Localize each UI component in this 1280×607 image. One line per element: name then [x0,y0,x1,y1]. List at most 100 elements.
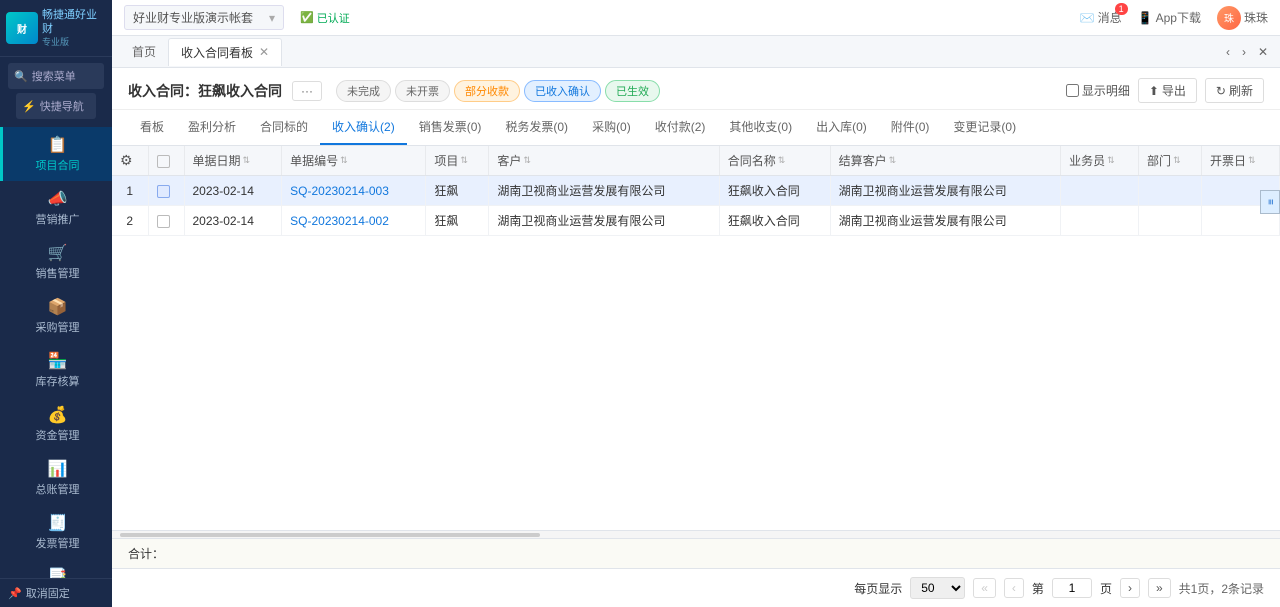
order-link-1[interactable]: SQ-20230214-003 [290,184,389,198]
tab-tax-invoice[interactable]: 税务发票(0) [493,110,580,145]
sort-order-icon: ⇅ [340,155,348,166]
status-uninvoiced[interactable]: 未开票 [395,80,450,102]
tab-sales-invoice[interactable]: 销售发票(0) [407,110,494,145]
row-2-checkbox[interactable] [148,206,184,236]
tab-profit[interactable]: 盈利分析 [176,110,248,145]
tab-contract-subject[interactable]: 合同标的 [248,110,320,145]
cancel-pin-button[interactable]: 📌 取消固定 [0,579,112,607]
app-download-button[interactable]: 📱 App下载 [1138,9,1201,26]
tab-warehouse[interactable]: 出入库(0) [804,110,879,145]
sales-icon: 🛒 [48,243,68,263]
sort-invoice-icon: ⇅ [1248,155,1256,166]
sidebar-item-ledger[interactable]: 📊 总账管理 [0,451,112,505]
tab-payment[interactable]: 收付款(2) [643,110,718,145]
more-button[interactable]: ··· [292,81,322,101]
row-checkbox-2[interactable] [157,215,170,228]
sort-invoice-date[interactable]: 开票日 ⇅ [1210,152,1271,169]
sidebar-item-project[interactable]: 📋 项目合同 [0,127,112,181]
first-page-button[interactable]: « [973,578,996,598]
row-checkbox-1[interactable] [157,185,170,198]
export-button[interactable]: ⬆ 导出 [1138,78,1197,103]
select-all-checkbox[interactable] [157,155,170,168]
floating-action-button[interactable]: ≡ [1260,190,1280,214]
message-button[interactable]: ✉️ 1 消息 [1080,9,1122,26]
tab-change-log[interactable]: 变更记录(0) [941,110,1028,145]
next-page-button[interactable]: › [1120,578,1140,598]
scrollbar-thumb[interactable] [120,533,540,537]
table-row[interactable]: 1 2023-02-14 SQ-20230214-003 狂飙 湖南卫视商业运营… [112,176,1280,206]
tab-kanban[interactable]: 看板 [128,110,176,145]
table-footer: 合计： [112,538,1280,568]
company-selector[interactable]: 好业财专业版演示帐套 ▾ [124,5,284,30]
refresh-button[interactable]: ↻ 刷新 [1205,78,1264,103]
app-logo-text: 畅捷通好业财 [42,8,106,37]
message-badge: 1 [1115,3,1128,15]
sort-department[interactable]: 部门 ⇅ [1147,152,1193,169]
per-page-select[interactable]: 20 50 100 [910,577,965,599]
sort-contract-icon: ⇅ [778,155,786,166]
contract-header: 收入合同：狂飙收入合同 ··· 未完成 未开票 部分收款 已收入确认 已生效 显… [112,68,1280,110]
sort-project-icon: ⇅ [460,155,468,166]
table-row[interactable]: 2 2023-02-14 SQ-20230214-002 狂飙 湖南卫视商业运营… [112,206,1280,236]
th-order-no: 单据编号 ⇅ [282,146,426,176]
purchase-icon: 📦 [48,297,68,317]
user-avatar[interactable]: 珠 珠珠 [1217,6,1268,30]
sidebar-item-purchase[interactable]: 📦 采购管理 [0,289,112,343]
tab-attachment[interactable]: 附件(0) [879,110,942,145]
sort-salesman[interactable]: 业务员 ⇅ [1069,152,1130,169]
sidebar-bottom: 📌 取消固定 [0,578,112,607]
refresh-icon: ↻ [1216,84,1226,98]
tab-nav-close[interactable]: ✕ [1254,43,1272,61]
status-incomplete[interactable]: 未完成 [336,80,391,102]
tab-income-confirm[interactable]: 收入确认(2) [320,110,407,145]
prev-page-button[interactable]: ‹ [1004,578,1024,598]
active-tab[interactable]: 收入合同看板 ✕ [168,38,282,66]
th-billing-customer: 结算客户 ⇅ [830,146,1060,176]
sidebar-logo: 财 畅捷通好业财 专业版 [0,0,112,57]
row-1-order: SQ-20230214-003 [282,176,426,206]
sort-salesman-icon: ⇅ [1107,155,1115,166]
sort-project[interactable]: 项目 ⇅ [434,152,480,169]
row-1-checkbox[interactable] [148,176,184,206]
page-number-input[interactable] [1052,578,1092,598]
tab-other-income[interactable]: 其他收支(0) [717,110,804,145]
order-link-2[interactable]: SQ-20230214-002 [290,214,389,228]
th-customer: 客户 ⇅ [489,146,719,176]
sort-date[interactable]: 单据日期 ⇅ [193,152,274,169]
sidebar-scroll: 🔍 搜索菜单 ⚡ 快捷导航 📋 项目合同 📣 营销推广 🛒 销售管理 📦 采购管… [0,57,112,578]
search-menu-button[interactable]: 🔍 搜索菜单 [8,63,104,89]
sidebar-item-inventory[interactable]: 🏪 库存核算 [0,343,112,397]
content-area: 收入合同：狂飙收入合同 ··· 未完成 未开票 部分收款 已收入确认 已生效 显… [112,68,1280,607]
show-detail-input[interactable] [1066,84,1079,97]
sort-order-no[interactable]: 单据编号 ⇅ [290,152,417,169]
sidebar-item-funds[interactable]: 💰 资金管理 [0,397,112,451]
sidebar-item-tax[interactable]: 📑 税务管理 [0,559,112,578]
last-page-button[interactable]: » [1148,578,1171,598]
sort-contract-name[interactable]: 合同名称 ⇅ [728,152,822,169]
sidebar-item-sales[interactable]: 🛒 销售管理 [0,235,112,289]
show-detail-checkbox[interactable]: 显示明细 [1066,82,1130,99]
settings-gear-icon[interactable]: ⚙ [120,152,133,168]
status-partial-payment[interactable]: 部分收款 [454,80,520,102]
horizontal-scrollbar[interactable] [112,530,1280,538]
home-tab[interactable]: 首页 [120,37,168,66]
table-container: ⚙ 单据日期 ⇅ 单据编号 [112,146,1280,530]
tab-purchase[interactable]: 采购(0) [580,110,643,145]
status-confirmed[interactable]: 已收入确认 [524,80,601,102]
row-2-order: SQ-20230214-002 [282,206,426,236]
sort-customer[interactable]: 客户 ⇅ [497,152,710,169]
nav-icon: ⚡ [22,100,36,113]
status-effective[interactable]: 已生效 [605,80,660,102]
sort-billing-customer[interactable]: 结算客户 ⇅ [839,152,1052,169]
sidebar-item-marketing[interactable]: 📣 营销推广 [0,181,112,235]
close-tab-button[interactable]: ✕ [259,45,269,59]
tab-nav-prev[interactable]: ‹ [1222,43,1234,61]
quick-nav-button[interactable]: ⚡ 快捷导航 [16,93,96,119]
row-num-2: 2 [112,206,148,236]
tab-nav-next[interactable]: › [1238,43,1250,61]
marketing-icon: 📣 [48,189,68,209]
sidebar-item-invoice[interactable]: 🧾 发票管理 [0,505,112,559]
row-1-project: 狂飙 [426,176,489,206]
message-icon: ✉️ [1080,11,1095,25]
row-2-billing: 湖南卫视商业运营发展有限公司 [830,206,1060,236]
